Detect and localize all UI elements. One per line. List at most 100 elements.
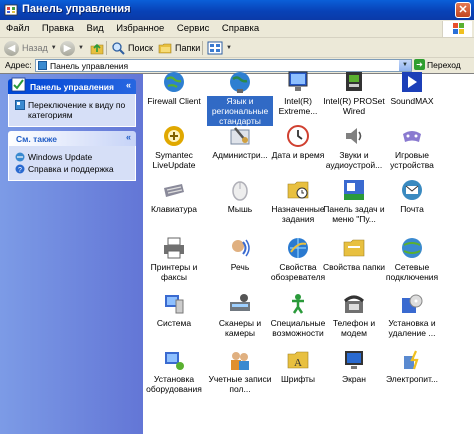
views-icon <box>207 41 223 55</box>
windows-update-link[interactable]: Windows Update <box>15 152 131 162</box>
menu-view[interactable]: Вид <box>80 20 107 34</box>
menu-favorites[interactable]: Избранное <box>110 20 168 34</box>
cp-item-label: Учетные записи пол... <box>208 374 272 394</box>
mouse-icon <box>232 181 248 201</box>
svg-text:A: A <box>294 357 302 369</box>
cp-item-label: Мышь <box>227 204 253 214</box>
users-icon <box>231 352 249 370</box>
cp-item-symantec-liveupdate[interactable]: Symantec LiveUpdate <box>141 124 207 170</box>
hardware-icon <box>165 352 184 370</box>
svg-text:?: ? <box>18 167 22 174</box>
cp-item-label: Телефон и модем <box>332 318 376 338</box>
panel-title: См. также <box>16 134 57 144</box>
panel-header[interactable]: Панель управления « <box>8 77 136 94</box>
power-icon <box>404 350 419 370</box>
collapse-icon[interactable]: « <box>126 132 131 142</box>
cp-item-label: Электропит... <box>385 374 439 384</box>
panel-title: Панель управления <box>30 82 114 92</box>
menu-bar: Файл Правка Вид Избранное Сервис Справка <box>0 20 474 38</box>
search-icon <box>112 42 125 55</box>
collapse-icon[interactable]: « <box>126 80 131 90</box>
switch-view-label: Переключение к виду по категориям <box>28 100 126 120</box>
cp-item-label: Сетевые подключения <box>385 262 439 282</box>
cp-item-system[interactable]: Система <box>141 292 207 328</box>
link-label: Справка и поддержка <box>28 164 114 174</box>
menu-tools[interactable]: Сервис <box>171 20 214 34</box>
cp-item-scanners-cameras[interactable]: Сканеры и камеры <box>207 292 273 338</box>
control-panel-small-icon <box>15 100 25 110</box>
cp-item-mouse[interactable]: Мышь <box>207 178 273 214</box>
globe-icon <box>164 72 184 92</box>
printer-icon <box>164 237 184 259</box>
cp-item-network-connections[interactable]: Сетевые подключения <box>379 236 445 282</box>
cp-item-phone-modem[interactable]: Телефон и модем <box>321 292 387 338</box>
address-label: Адрес: <box>5 60 32 70</box>
cp-item-label: Язык и региональные стандарты <box>207 96 273 126</box>
panel-header[interactable]: См. также « <box>8 131 136 146</box>
ie-globe-icon <box>288 238 308 258</box>
back-button[interactable]: ◀ Назад ▼ <box>4 40 57 56</box>
cp-item-add-hardware[interactable]: Установка оборудования <box>141 348 207 394</box>
help-icon: ? <box>15 164 25 174</box>
cp-item-user-accounts[interactable]: Учетные записи пол... <box>207 348 273 394</box>
cp-item-firewall-client[interactable]: Firewall Client <box>141 70 207 106</box>
go-button[interactable]: ➜ Переход <box>414 59 461 70</box>
play-icon <box>402 72 422 92</box>
cp-item-label: Администри... <box>212 150 268 160</box>
cp-item-taskbar-start[interactable]: Панель задач и меню "Пу... <box>321 178 387 224</box>
cp-item-printers-faxes[interactable]: Принтеры и факсы <box>141 236 207 282</box>
forward-arrow-icon: ▶ <box>60 40 75 56</box>
close-button[interactable]: ✕ <box>455 2 471 18</box>
cp-item-folder-options[interactable]: Свойства папки <box>321 236 387 272</box>
menu-help[interactable]: Справка <box>216 20 263 34</box>
folders-icon <box>158 43 172 54</box>
cp-item-mail[interactable]: Почта <box>379 178 445 214</box>
chevron-down-icon[interactable]: ▼ <box>78 45 84 51</box>
keyboard-icon <box>164 184 184 197</box>
network-globe-icon <box>402 238 422 258</box>
address-value: Панель управления <box>50 61 129 71</box>
cp-item-game-devices[interactable]: Игровые устройства <box>379 124 445 170</box>
windows-update-icon <box>15 152 25 162</box>
window-title: Панель управления <box>22 3 131 15</box>
cp-item-soundmax[interactable]: SoundMAX <box>379 70 445 106</box>
cp-item-administration[interactable]: Администри... <box>207 124 273 160</box>
chevron-down-icon[interactable]: ▼ <box>226 45 232 51</box>
cp-item-label: Принтеры и факсы <box>150 262 198 282</box>
cp-item-power-options[interactable]: Электропит... <box>379 348 445 384</box>
help-support-link[interactable]: ? Справка и поддержка <box>15 164 131 174</box>
cp-item-intel-proset[interactable]: Intel(R) PROSet Wired <box>321 70 387 116</box>
views-button[interactable]: ▼ <box>207 40 232 56</box>
folder-icon <box>343 239 365 257</box>
network-card-icon <box>346 72 362 91</box>
cp-item-speech[interactable]: Речь <box>207 236 273 272</box>
menu-edit[interactable]: Правка <box>36 20 78 34</box>
monitor-icon <box>288 71 308 91</box>
switch-category-view-link[interactable]: Переключение к виду по категориям <box>15 100 131 120</box>
windows-logo-icon <box>442 21 472 37</box>
link-label: Windows Update <box>28 152 93 162</box>
folders-button[interactable]: Папки <box>158 40 200 56</box>
up-folder-button[interactable] <box>90 40 104 56</box>
system-icon <box>165 295 184 314</box>
cp-item-keyboard[interactable]: Клавиатура <box>141 178 207 214</box>
cp-item-add-remove-programs[interactable]: Установка и удаление ... <box>379 292 445 338</box>
speaker-icon <box>346 128 362 144</box>
title-bar: Панель управления ✕ <box>0 0 474 20</box>
panel-body: Windows Update ? Справка и поддержка <box>8 146 136 181</box>
menu-file[interactable]: Файл <box>0 20 33 34</box>
cp-item-label: Почта <box>400 204 424 214</box>
search-button[interactable]: Поиск <box>111 40 153 56</box>
chevron-down-icon[interactable]: ▼ <box>51 45 57 51</box>
cp-item-sounds-audio[interactable]: Звуки и аудиоустрой... <box>321 124 387 170</box>
cp-item-label: SoundMAX <box>390 96 434 106</box>
control-panel-items: Firewall Client Язык и региональные станд… <box>141 71 474 434</box>
cp-item-label: Клавиатура <box>150 204 198 214</box>
cd-box-icon <box>402 294 423 313</box>
toolbar: ◀ Назад ▼ ▶ ▼ Поиск Папки ▼ <box>0 38 474 58</box>
back-label: Назад <box>22 43 48 53</box>
cp-item-display[interactable]: Экран <box>321 348 387 384</box>
forward-button[interactable]: ▶ ▼ <box>60 40 84 56</box>
cp-item-regional-settings[interactable]: Язык и региональные стандарты <box>207 70 273 126</box>
taskbar-icon <box>344 180 364 200</box>
